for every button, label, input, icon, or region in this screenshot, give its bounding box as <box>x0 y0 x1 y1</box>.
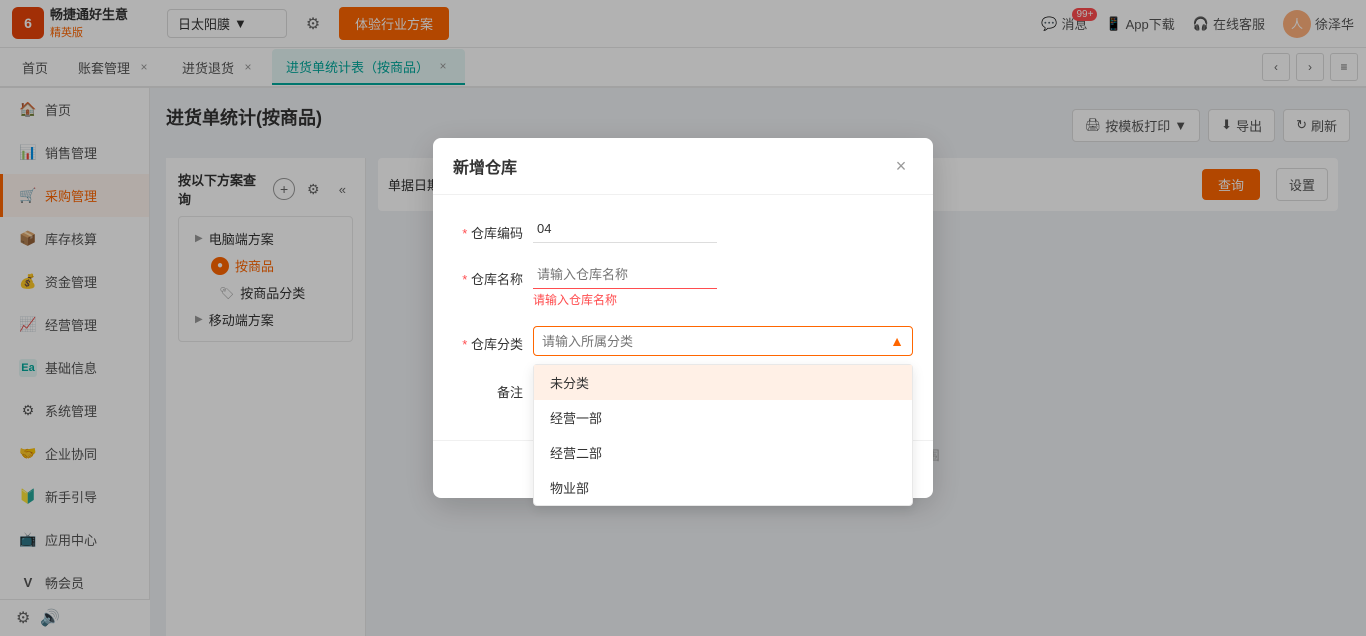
note-label: 备注 <box>453 374 533 401</box>
category-field-row: * 仓库分类 ▲ 未分类 经营一部 经营二部 物业部 <box>453 326 913 356</box>
category-input[interactable] <box>542 334 890 349</box>
code-input-wrap <box>533 215 913 243</box>
name-field-row: * 仓库名称 请输入仓库名称 <box>453 261 913 308</box>
modal-close-button[interactable]: × <box>889 154 913 178</box>
code-label: * 仓库编码 <box>453 215 533 242</box>
code-field-row: * 仓库编码 <box>453 215 913 243</box>
category-option-unclassified[interactable]: 未分类 <box>534 365 912 400</box>
category-input-row[interactable]: ▲ <box>533 326 913 356</box>
modal-title: 新增仓库 <box>453 154 517 178</box>
code-input[interactable] <box>533 215 717 243</box>
category-arrow-icon[interactable]: ▲ <box>890 333 904 349</box>
category-option-property[interactable]: 物业部 <box>534 470 912 505</box>
name-input[interactable] <box>533 261 717 289</box>
category-label: * 仓库分类 <box>453 326 533 353</box>
name-error-msg: 请输入仓库名称 <box>533 291 913 308</box>
new-warehouse-modal: 新增仓库 × * 仓库编码 * 仓库名称 <box>433 138 933 498</box>
category-option-dept1[interactable]: 经营一部 <box>534 400 912 435</box>
name-input-wrap: 请输入仓库名称 <box>533 261 913 308</box>
modal-header: 新增仓库 × <box>433 138 933 195</box>
name-label: * 仓库名称 <box>453 261 533 288</box>
category-select: ▲ 未分类 经营一部 经营二部 物业部 <box>533 326 913 356</box>
modal-body: * 仓库编码 * 仓库名称 请输入仓库名称 <box>433 195 933 440</box>
category-option-dept2[interactable]: 经营二部 <box>534 435 912 470</box>
category-dropdown: 未分类 经营一部 经营二部 物业部 <box>533 364 913 506</box>
modal-overlay: 新增仓库 × * 仓库编码 * 仓库名称 <box>0 0 1366 636</box>
